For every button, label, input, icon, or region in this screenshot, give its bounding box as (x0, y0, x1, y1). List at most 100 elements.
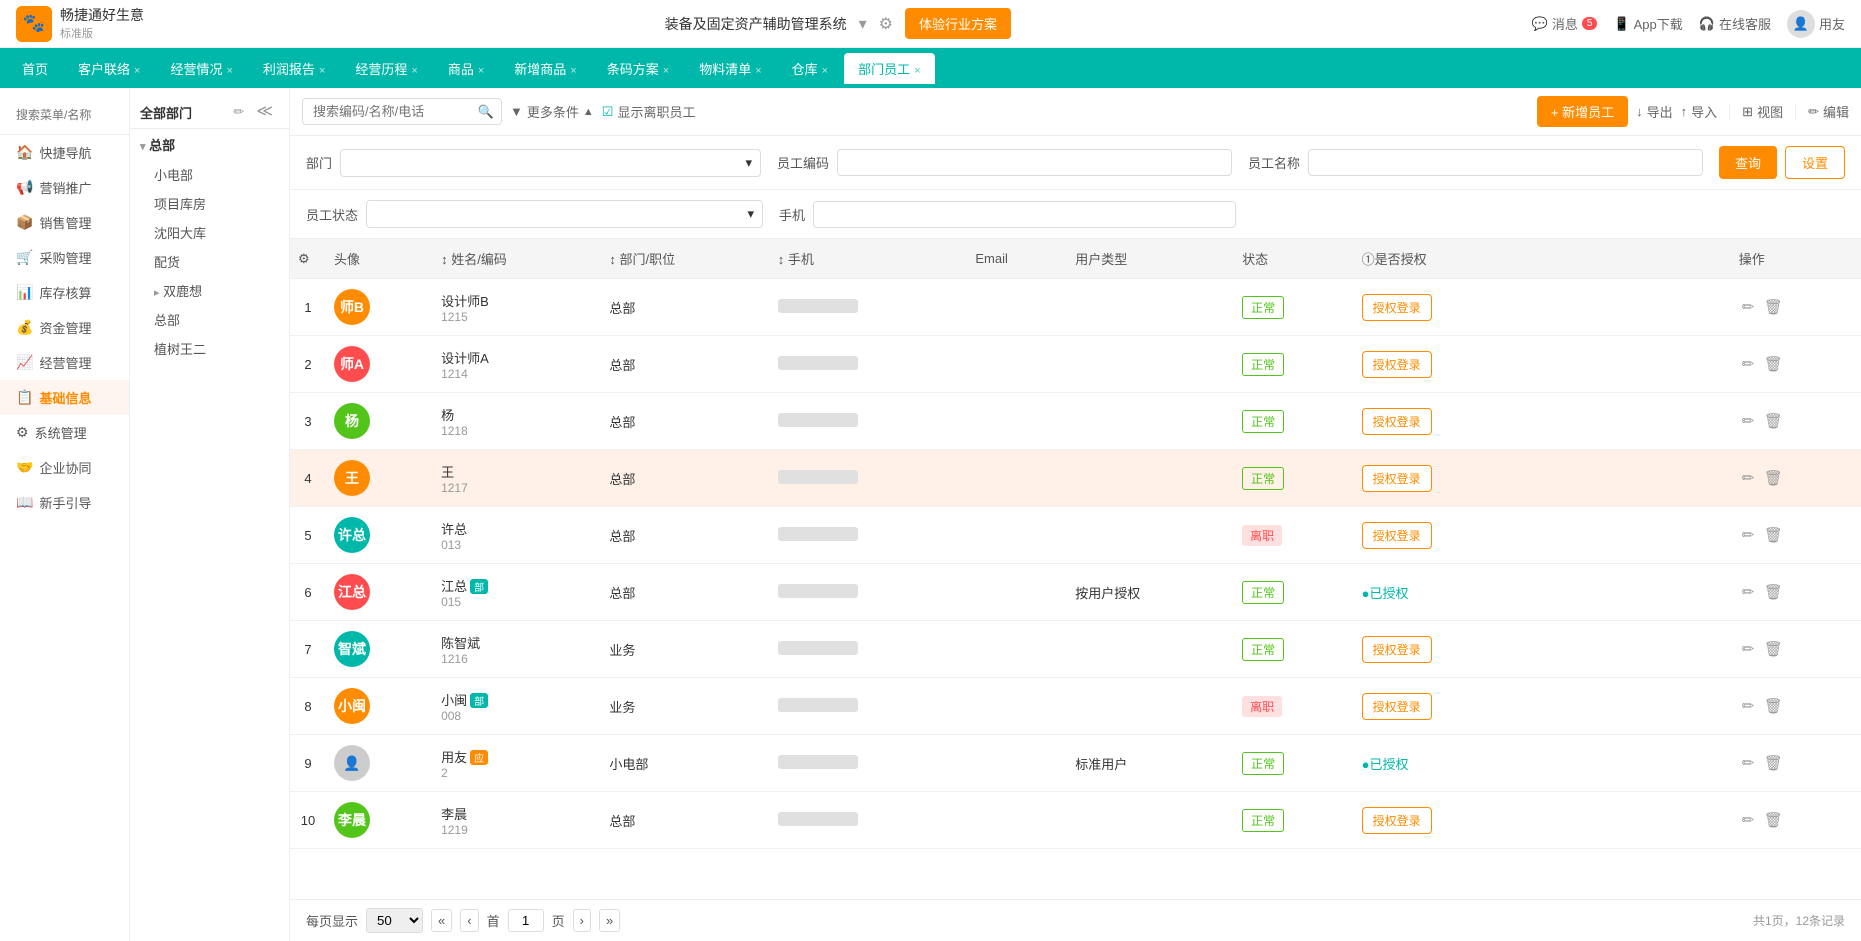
nav-tab-close-商品[interactable]: × (478, 65, 484, 77)
prev-page-btn[interactable]: ‹ (460, 909, 478, 932)
emp-code-input[interactable] (837, 149, 1232, 176)
tree-collapse-btn[interactable]: ≪ (250, 102, 279, 122)
tree-edit-btn[interactable]: ✏ (233, 102, 244, 122)
tree-node-0[interactable]: ▾ 总部 (130, 129, 289, 160)
sidebar-item-企业协同[interactable]: 🤝企业协同 (0, 450, 129, 485)
page-input[interactable] (508, 909, 544, 932)
nav-tab-仓库[interactable]: 仓库× (778, 53, 842, 84)
delete-row-btn[interactable]: 🗑 (1764, 470, 1783, 487)
edit-row-btn[interactable]: ✏ (1742, 470, 1755, 487)
edit-row-btn[interactable]: ✏ (1742, 641, 1755, 658)
edit-row-btn[interactable]: ✏ (1742, 698, 1755, 715)
user-btn[interactable]: 👤 用友 (1787, 10, 1845, 38)
tree-node-5[interactable]: ▸ 双鹿想 (130, 276, 289, 305)
nav-tab-客户联络[interactable]: 客户联络× (64, 53, 154, 84)
settings-icon[interactable]: ⚙ (879, 14, 893, 34)
nav-tab-close-部门员工[interactable]: × (914, 65, 920, 77)
delete-row-btn[interactable]: 🗑 (1764, 584, 1783, 601)
tree-node-2[interactable]: 项目库房 (130, 189, 289, 218)
page-size-select[interactable]: 50 100 (366, 908, 423, 933)
nav-tab-部门员工[interactable]: 部门员工× (844, 53, 934, 84)
delete-row-btn[interactable]: 🗑 (1764, 527, 1783, 544)
auth-btn[interactable]: 授权登录 (1362, 294, 1432, 321)
auth-btn[interactable]: 授权登录 (1362, 408, 1432, 435)
view-btn[interactable]: ⊞ 视图 (1742, 102, 1783, 121)
set-btn[interactable]: 设置 (1785, 146, 1845, 179)
edit-row-btn[interactable]: ✏ (1742, 755, 1755, 772)
auth-btn[interactable]: 授权登录 (1362, 636, 1432, 663)
nav-tab-首页[interactable]: 首页 (8, 53, 62, 84)
export-btn[interactable]: ↓ 导出 (1636, 102, 1673, 121)
nav-tab-条码方案[interactable]: 条码方案× (593, 53, 683, 84)
nav-tab-close-利润报告[interactable]: × (319, 65, 325, 77)
nav-tab-经营历程[interactable]: 经营历程× (341, 53, 431, 84)
sidebar-search-input[interactable] (8, 102, 130, 128)
add-employee-btn[interactable]: + 新增员工 (1537, 96, 1628, 127)
tree-node-4[interactable]: 配货 (130, 247, 289, 276)
delete-row-btn[interactable]: 🗑 (1764, 299, 1783, 316)
sys-title-arrow[interactable]: ▾ (859, 14, 867, 34)
tree-node-1[interactable]: 小电部 (130, 160, 289, 189)
query-btn[interactable]: 查询 (1719, 146, 1777, 179)
auth-btn[interactable]: 授权登录 (1362, 351, 1432, 378)
sidebar-item-营销推广[interactable]: 📢营销推广 (0, 170, 129, 205)
app-download-btn[interactable]: 📱 App下载 (1613, 14, 1682, 33)
delete-row-btn[interactable]: 🗑 (1764, 356, 1783, 373)
delete-row-btn[interactable]: 🗑 (1764, 755, 1783, 772)
nav-tab-商品[interactable]: 商品× (434, 53, 498, 84)
edit-row-btn[interactable]: ✏ (1742, 356, 1755, 373)
delete-row-btn[interactable]: 🗑 (1764, 641, 1783, 658)
sidebar-item-销售管理[interactable]: 📦销售管理 (0, 205, 129, 240)
sidebar-item-资金管理[interactable]: 💰资金管理 (0, 310, 129, 345)
sidebar-item-经营管理[interactable]: 📈经营管理 (0, 345, 129, 380)
nav-tab-close-物料清单[interactable]: × (755, 65, 761, 77)
show-resigned-toggle[interactable]: ☑ 显示离职员工 (602, 102, 696, 121)
delete-row-btn[interactable]: 🗑 (1764, 413, 1783, 430)
sidebar-item-新手引导[interactable]: 📖新手引导 (0, 485, 129, 520)
sidebar-item-快捷导航[interactable]: 🏠快捷导航 (0, 135, 129, 170)
sidebar-item-采购管理[interactable]: 🛒采购管理 (0, 240, 129, 275)
auth-btn[interactable]: 授权登录 (1362, 807, 1432, 834)
search-input[interactable] (302, 98, 502, 125)
th-dept[interactable]: ↕ 部门/职位 (601, 239, 769, 279)
phone-input[interactable] (813, 201, 1236, 228)
sidebar-item-库存核算[interactable]: 📊库存核算 (0, 275, 129, 310)
online-service-btn[interactable]: 🎧 在线客服 (1699, 14, 1771, 33)
nav-tab-close-条码方案[interactable]: × (663, 65, 669, 77)
status-select[interactable]: ▾ (366, 200, 763, 228)
auth-btn[interactable]: 授权登录 (1362, 693, 1432, 720)
edit-row-btn[interactable]: ✏ (1742, 584, 1755, 601)
tree-node-6[interactable]: 总部 (130, 305, 289, 334)
edit-row-btn[interactable]: ✏ (1742, 299, 1755, 316)
nav-tab-经营情况[interactable]: 经营情况× (156, 53, 246, 84)
more-filter-btn[interactable]: ▼ 更多条件 ▲ (510, 102, 594, 121)
next-page-btn[interactable]: › (573, 909, 591, 932)
delete-row-btn[interactable]: 🗑 (1764, 812, 1783, 829)
nav-tab-物料清单[interactable]: 物料清单× (685, 53, 775, 84)
nav-tab-利润报告[interactable]: 利润报告× (249, 53, 339, 84)
dept-select[interactable]: ▾ (340, 149, 761, 177)
tree-node-7[interactable]: 植树王二 (130, 334, 289, 363)
sidebar-item-系统管理[interactable]: ⚙系统管理 (0, 415, 129, 450)
first-page-btn[interactable]: « (431, 909, 452, 932)
last-page-btn[interactable]: » (599, 909, 620, 932)
edit-row-btn[interactable]: ✏ (1742, 812, 1755, 829)
trial-btn[interactable]: 体验行业方案 (905, 8, 1011, 39)
nav-tab-close-客户联络[interactable]: × (134, 65, 140, 77)
nav-tab-close-仓库[interactable]: × (822, 65, 828, 77)
sidebar-item-基础信息[interactable]: 📋基础信息 (0, 380, 129, 415)
nav-tab-close-经营历程[interactable]: × (411, 65, 417, 77)
import-btn[interactable]: ↑ 导入 (1681, 102, 1718, 121)
messages-btn[interactable]: 💬 消息 5 (1532, 14, 1598, 33)
edit-btn[interactable]: ✏ 编辑 (1808, 102, 1849, 121)
nav-tab-close-新增商品[interactable]: × (570, 65, 576, 77)
edit-row-btn[interactable]: ✏ (1742, 527, 1755, 544)
nav-tab-close-经营情况[interactable]: × (226, 65, 232, 77)
tree-node-3[interactable]: 沈阳大库 (130, 218, 289, 247)
nav-tab-新增商品[interactable]: 新增商品× (500, 53, 590, 84)
th-phone[interactable]: ↕ 手机 (770, 239, 968, 279)
emp-name-input[interactable] (1308, 149, 1703, 176)
th-settings[interactable]: ⚙ (290, 239, 326, 279)
th-name[interactable]: ↕ 姓名/编码 (433, 239, 601, 279)
delete-row-btn[interactable]: 🗑 (1764, 698, 1783, 715)
